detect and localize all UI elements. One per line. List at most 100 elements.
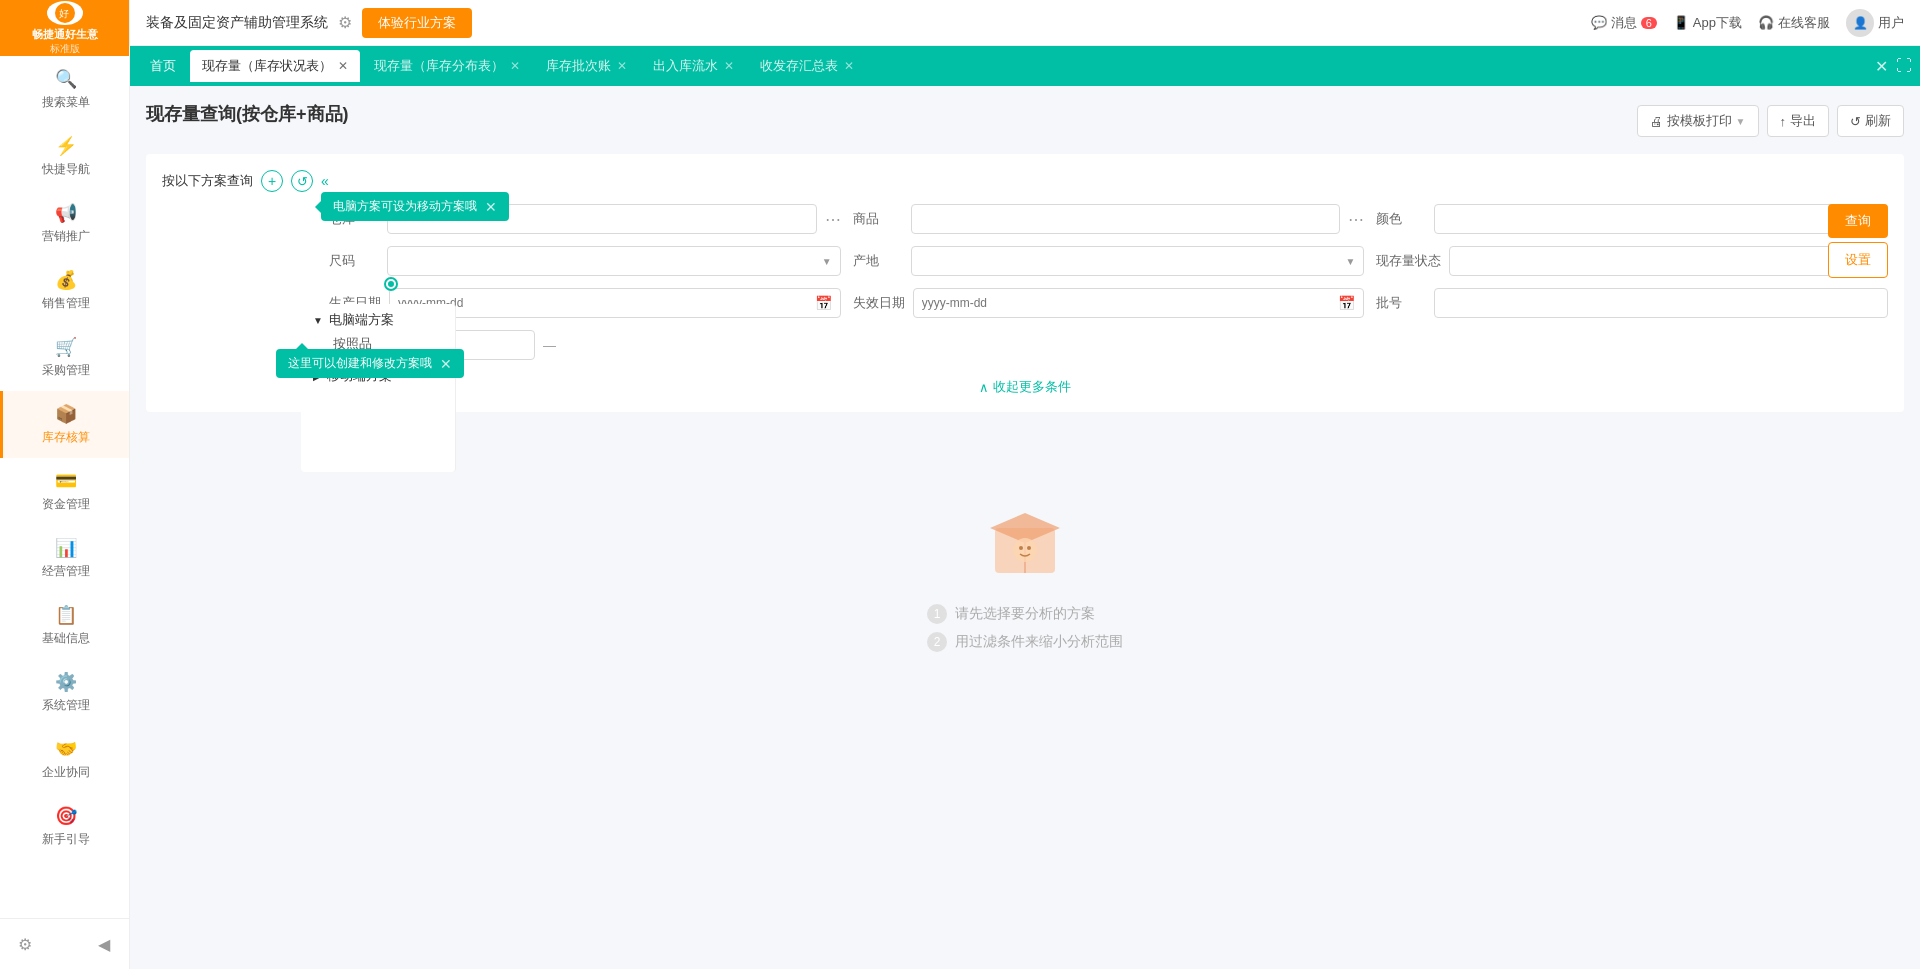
scheme-group-pc-title[interactable]: ▼ 电脑端方案 — [313, 308, 443, 332]
tooltip-close-edit-button[interactable]: ✕ — [440, 356, 452, 372]
filter-field-expire-date: 失效日期 📅 — [853, 288, 1365, 318]
expand-tabs-button[interactable]: ⛶ — [1896, 57, 1912, 75]
expire-date-label: 失效日期 — [853, 294, 905, 312]
tabs-bar: 首页 现存量（库存状况表） ✕ 现存量（库存分布表） ✕ 库存批次账 ✕ 出入库… — [130, 46, 1920, 86]
empty-step-2: 2 用过滤条件来缩小分析范围 — [927, 632, 1123, 652]
tab-collect-summary-label: 收发存汇总表 — [760, 57, 838, 75]
support-button[interactable]: 🎧 在线客服 — [1758, 14, 1830, 32]
size-select[interactable]: ▼ — [387, 246, 841, 276]
sidebar-item-marketing[interactable]: 📢 营销推广 — [0, 190, 129, 257]
filter-header-label: 按以下方案查询 — [162, 172, 253, 190]
sidebar-item-sales[interactable]: 💰 销售管理 — [0, 257, 129, 324]
refresh-scheme-button[interactable]: ↺ — [291, 170, 313, 192]
sidebar-item-newbie[interactable]: 🎯 新手引导 — [0, 793, 129, 860]
empty-step-1: 1 请先选择要分析的方案 — [927, 604, 1123, 624]
user-menu-button[interactable]: 👤 用户 — [1846, 9, 1904, 37]
collapse-sidebar-button[interactable]: ◀ — [89, 929, 119, 959]
scheme-panel: ▼ 电脑端方案 按照品 ▶ 移动端方案 — [301, 304, 456, 472]
warehouse-dots[interactable]: ⋯ — [825, 210, 841, 229]
produce-date-input[interactable] — [398, 296, 811, 310]
color-select[interactable]: ▼ — [1434, 204, 1888, 234]
step-2-label: 用过滤条件来缩小分析范围 — [955, 633, 1123, 651]
header-settings-icon[interactable]: ⚙ — [338, 13, 352, 32]
close-all-tabs-button[interactable]: ✕ — [1875, 57, 1888, 76]
calendar-icon[interactable]: 📅 — [1338, 295, 1355, 311]
add-scheme-button[interactable]: + — [261, 170, 283, 192]
tab-close-icon[interactable]: ✕ — [510, 59, 520, 73]
sidebar-item-system[interactable]: ⚙️ 系统管理 — [0, 659, 129, 726]
chevron-up-icon: ∧ — [979, 380, 989, 395]
template-print-button[interactable]: 🖨 按模板打印 ▼ — [1637, 105, 1759, 137]
refresh-button[interactable]: ↺ 刷新 — [1837, 105, 1904, 137]
svg-text:好: 好 — [59, 8, 69, 19]
tooltip-text-pc: 电脑方案可设为移动方案哦 — [333, 198, 477, 215]
tab-close-icon[interactable]: ✕ — [617, 59, 627, 73]
scheme-group-pc-label: 电脑端方案 — [329, 311, 394, 329]
sidebar-item-label: 采购管理 — [42, 362, 90, 379]
sidebar-logo: 好 畅捷通好生意 标准版 — [0, 0, 129, 56]
sidebar-item-label: 快捷导航 — [42, 161, 90, 178]
query-button[interactable]: 查询 — [1828, 204, 1888, 238]
scheme-arrow-button[interactable]: « — [321, 173, 329, 189]
logo-icon: 好 — [47, 1, 83, 25]
logo-sub: 标准版 — [50, 42, 80, 56]
sidebar-item-basic[interactable]: 📋 基础信息 — [0, 592, 129, 659]
filter-field-goods: 商品 ⋯ — [853, 204, 1365, 234]
page-title: 现存量查询(按仓库+商品) — [146, 102, 349, 126]
sidebar-item-operation[interactable]: 📊 经营管理 — [0, 525, 129, 592]
sidebar-item-purchase[interactable]: 🛒 采购管理 — [0, 324, 129, 391]
sidebar-item-finance[interactable]: 💳 资金管理 — [0, 458, 129, 525]
export-button[interactable]: ↑ 导出 — [1767, 105, 1830, 137]
money-icon: 💰 — [55, 269, 77, 291]
tab-close-icon[interactable]: ✕ — [338, 59, 348, 73]
sidebar-item-label: 经营管理 — [42, 563, 90, 580]
tab-close-icon[interactable]: ✕ — [724, 59, 734, 73]
tab-home[interactable]: 首页 — [138, 50, 188, 82]
header-right: 💬 消息 6 📱 App下载 🎧 在线客服 👤 用户 — [1591, 9, 1904, 37]
tab-inventory-status[interactable]: 现存量（库存状况表） ✕ — [190, 50, 360, 82]
trial-button[interactable]: 体验行业方案 — [362, 8, 472, 38]
filter-field-batch: 批号 — [1376, 288, 1888, 318]
settings-icon: ⚙ — [18, 935, 32, 954]
tab-batch-account[interactable]: 库存批次账 ✕ — [534, 50, 639, 82]
filter-row-2: 尺码 ▼ 产地 ▼ — [329, 246, 1888, 276]
cart-icon: 🛒 — [55, 336, 77, 358]
app-download-button[interactable]: 📱 App下载 — [1673, 14, 1742, 32]
page-content: 现存量查询(按仓库+商品) 🖨 按模板打印 ▼ ↑ 导出 ↺ 刷新 — [130, 86, 1920, 969]
scheme-tooltip-edit: 这里可以创建和修改方案哦 ✕ — [276, 349, 464, 378]
inventory-status-label: 现存量状态 — [1376, 252, 1441, 270]
expire-date-range[interactable]: 📅 — [913, 288, 1365, 318]
filter-field-size: 尺码 ▼ — [329, 246, 841, 276]
collapse-label: 收起更多条件 — [993, 378, 1071, 396]
settings-button[interactable]: ⚙ — [10, 929, 40, 959]
sidebar-item-enterprise[interactable]: 🤝 企业协同 — [0, 726, 129, 793]
support-label: 在线客服 — [1778, 14, 1830, 32]
illustration — [975, 488, 1075, 588]
filter-date-row: 生产日期 📅 失效日期 📅 — [329, 288, 1888, 318]
expire-date-input[interactable] — [922, 296, 1335, 310]
tab-inout-flow-label: 出入库流水 — [653, 57, 718, 75]
goods-select[interactable] — [911, 204, 1341, 234]
sidebar-item-quicknav[interactable]: ⚡ 快捷导航 — [0, 123, 129, 190]
tab-collect-summary[interactable]: 收发存汇总表 ✕ — [748, 50, 866, 82]
set-button[interactable]: 设置 — [1828, 242, 1888, 278]
tab-inout-flow[interactable]: 出入库流水 ✕ — [641, 50, 746, 82]
tab-close-icon[interactable]: ✕ — [844, 59, 854, 73]
tooltip-close-button[interactable]: ✕ — [485, 199, 497, 215]
message-button[interactable]: 💬 消息 6 — [1591, 14, 1657, 32]
origin-select[interactable]: ▼ — [911, 246, 1365, 276]
refresh-label: 刷新 — [1865, 112, 1891, 130]
search-icon: 🔍 — [55, 68, 77, 90]
sidebar-item-search[interactable]: 🔍 搜索菜单 — [0, 56, 129, 123]
main-area: 装备及固定资产辅助管理系统 ⚙ 体验行业方案 💬 消息 6 📱 App下载 🎧 … — [130, 0, 1920, 969]
produce-date-range[interactable]: 📅 — [389, 288, 841, 318]
scheme-tooltip-pc: 电脑方案可设为移动方案哦 ✕ — [321, 192, 509, 221]
batch-input[interactable] — [1434, 288, 1888, 318]
step-num-1: 1 — [927, 604, 947, 624]
calendar-icon[interactable]: 📅 — [815, 295, 832, 311]
inventory-status-select[interactable]: ▼ — [1449, 246, 1888, 276]
phone-icon: 📱 — [1673, 15, 1689, 30]
tab-inventory-dist[interactable]: 现存量（库存分布表） ✕ — [362, 50, 532, 82]
sidebar-item-inventory[interactable]: 📦 库存核算 — [0, 391, 129, 458]
goods-dots[interactable]: ⋯ — [1348, 210, 1364, 229]
